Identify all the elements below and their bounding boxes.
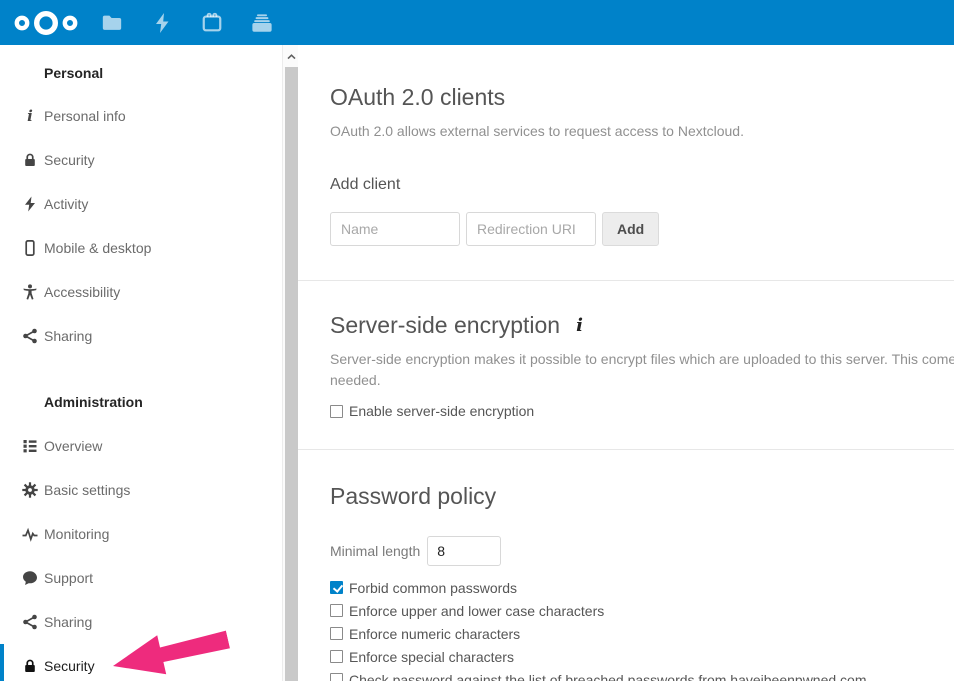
sidebar-item-mobile-desktop[interactable]: Mobile & desktop	[0, 226, 282, 270]
info-icon[interactable]: i	[576, 315, 583, 336]
activity-lightning-icon[interactable]	[150, 0, 174, 45]
enable-encryption-label: Enable server-side encryption	[349, 403, 534, 419]
settings-content: OAuth 2.0 clients OAuth 2.0 allows exter…	[298, 45, 954, 681]
lightning-icon	[22, 196, 38, 212]
files-folder-icon[interactable]	[100, 0, 124, 45]
policy-row-forbid-common: Forbid common passwords	[330, 576, 954, 599]
sidebar-item-overview[interactable]: Overview	[0, 424, 282, 468]
sidebar-item-accessibility[interactable]: Accessibility	[0, 270, 282, 314]
oauth-section: OAuth 2.0 clients OAuth 2.0 allows exter…	[298, 45, 954, 281]
policy-row-numeric: Enforce numeric characters	[330, 622, 954, 645]
share-icon	[22, 328, 38, 344]
encryption-section: Server-side encryption i Server-side encr…	[298, 281, 954, 450]
settings-sidebar: Personal i Personal info Security Activi…	[0, 45, 282, 681]
sidebar-item-personal-info[interactable]: i Personal info	[0, 94, 282, 138]
sidebar-item-sharing-admin[interactable]: Sharing	[0, 600, 282, 644]
password-policy-title: Password policy	[330, 482, 496, 510]
sidebar-item-activity[interactable]: Activity	[0, 182, 282, 226]
nextcloud-logo[interactable]	[10, 0, 82, 45]
enable-encryption-row: Enable server-side encryption	[330, 403, 954, 419]
scrollbar-thumb[interactable]	[285, 67, 298, 681]
encryption-description-line2: needed.	[330, 370, 954, 391]
accessibility-icon	[22, 284, 38, 300]
info-icon: i	[22, 108, 38, 124]
sidebar-item-support[interactable]: Support	[0, 556, 282, 600]
sidebar-item-sharing-personal[interactable]: Sharing	[0, 314, 282, 358]
chevron-up-icon[interactable]	[283, 48, 299, 66]
enforce-special-checkbox[interactable]	[330, 650, 343, 663]
oauth-description: OAuth 2.0 allows external services to re…	[330, 121, 954, 142]
speech-bubble-icon	[22, 570, 38, 586]
minimal-length-label: Minimal length	[330, 543, 420, 559]
lock-icon	[22, 152, 38, 168]
sidebar-section-administration: Administration	[0, 358, 282, 424]
policy-row-hibp: Check password against the list of breac…	[330, 668, 954, 681]
enable-encryption-checkbox[interactable]	[330, 405, 343, 418]
sidebar-item-basic-settings[interactable]: Basic settings	[0, 468, 282, 512]
pulse-icon	[22, 526, 38, 542]
top-header-bar	[0, 0, 954, 45]
check-breached-passwords-checkbox[interactable]	[330, 673, 343, 681]
sidebar-item-security-admin[interactable]: Security	[0, 644, 282, 681]
minimal-length-input[interactable]	[427, 536, 501, 566]
policy-row-upper-lower: Enforce upper and lower case characters	[330, 599, 954, 622]
policy-row-special: Enforce special characters	[330, 645, 954, 668]
sidebar-item-monitoring[interactable]: Monitoring	[0, 512, 282, 556]
enforce-upper-lower-checkbox[interactable]	[330, 604, 343, 617]
forbid-common-passwords-checkbox[interactable]	[330, 581, 343, 594]
encryption-title: Server-side encryption	[330, 311, 560, 339]
sidebar-section-personal: Personal	[0, 45, 282, 94]
sidebar-scrollbar[interactable]	[282, 45, 298, 681]
calendar-icon[interactable]	[200, 0, 224, 45]
add-client-heading: Add client	[330, 176, 954, 194]
gear-icon	[22, 482, 38, 498]
list-icon	[22, 438, 38, 454]
share-icon	[22, 614, 38, 630]
lock-icon	[22, 658, 38, 674]
redirection-uri-input[interactable]	[466, 212, 596, 246]
mobile-icon	[22, 240, 38, 256]
client-name-input[interactable]	[330, 212, 460, 246]
password-policy-section: Password policy Minimal length Forbid co…	[298, 450, 954, 681]
deck-icon[interactable]	[250, 0, 274, 45]
enforce-numeric-checkbox[interactable]	[330, 627, 343, 640]
add-client-button[interactable]: Add	[602, 212, 659, 246]
oauth-title: OAuth 2.0 clients	[330, 83, 505, 111]
encryption-description-line1: Server-side encryption makes it possible…	[330, 349, 954, 370]
sidebar-item-security-personal[interactable]: Security	[0, 138, 282, 182]
